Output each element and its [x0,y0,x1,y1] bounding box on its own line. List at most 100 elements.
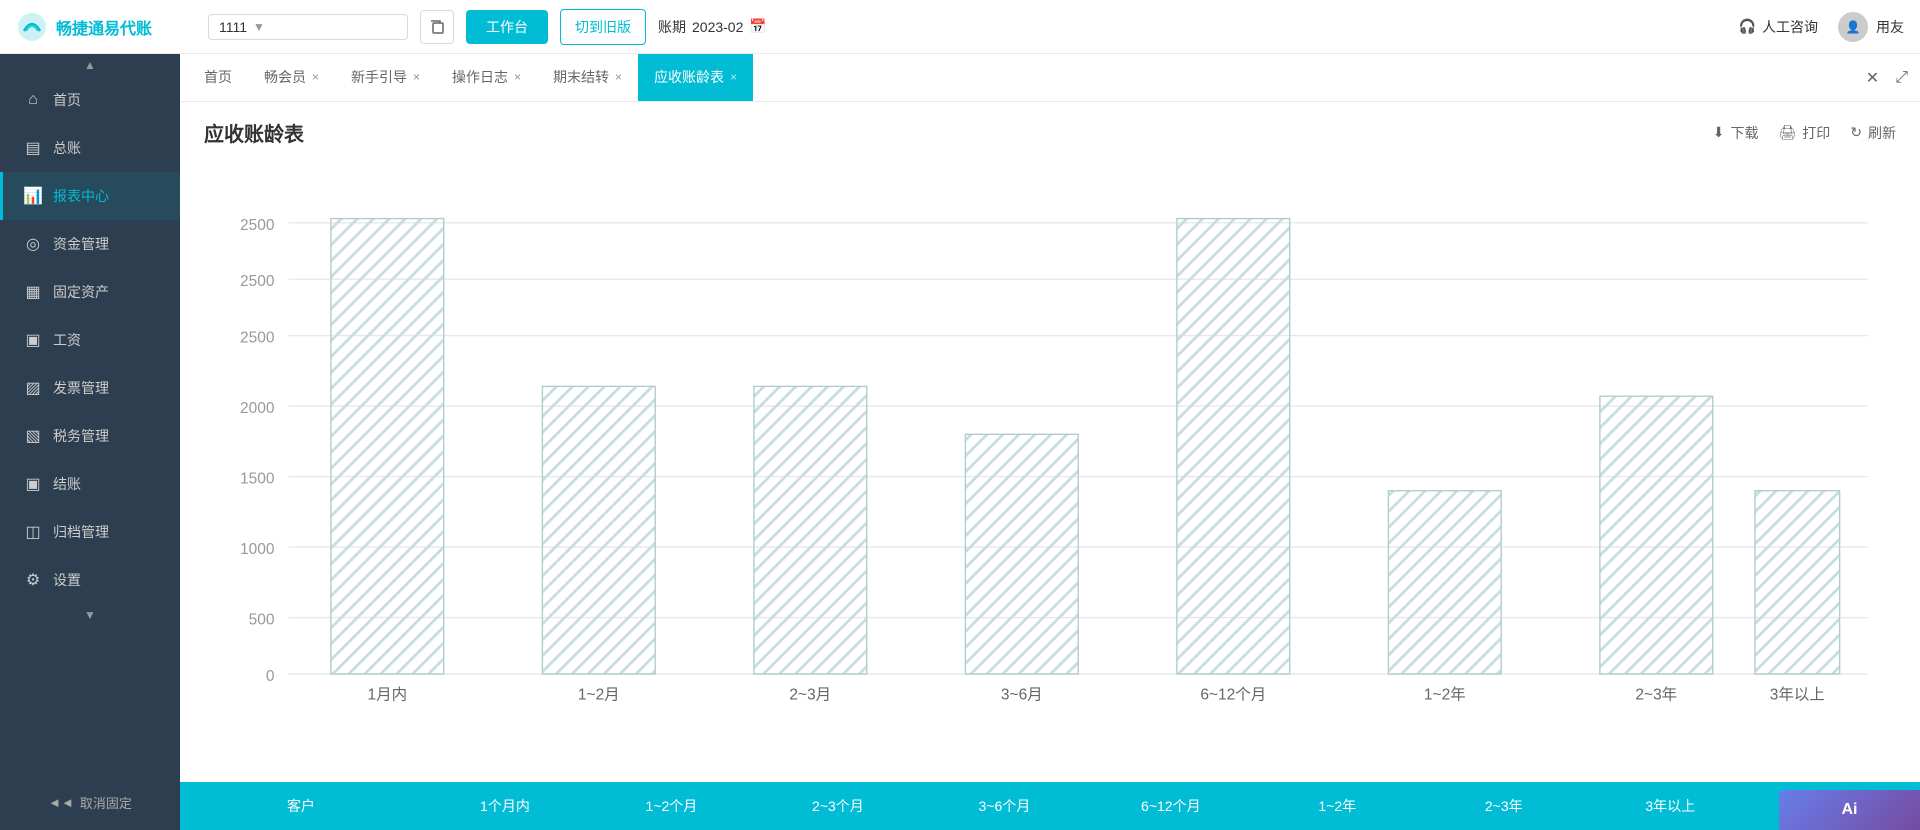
download-label: 下载 [1730,123,1758,143]
bar-6 [1388,491,1501,674]
sidebar-label-fixed-assets: 固定资产 [53,282,109,302]
tab-guide[interactable]: 新手引导 × [335,54,436,101]
tab-home[interactable]: 首页 [188,54,248,101]
svg-text:2~3月: 2~3月 [789,686,831,703]
svg-text:2~3年: 2~3年 [1635,685,1677,703]
chart-container: 2500 2500 2500 2000 1500 1000 500 [180,159,1920,782]
cancel-fixed-label: 取消固定 [80,793,132,812]
bar-2 [542,386,655,674]
tab-operation-log-close[interactable]: × [514,70,521,84]
col-2-3year: 2~3年 [1421,796,1587,816]
calendar-icon[interactable]: 📅 [749,18,766,35]
bar-1 [331,219,444,674]
svg-text:1~2月: 1~2月 [578,686,620,703]
sidebar-label-settlement: 结账 [53,474,81,494]
sidebar-label-archive: 归档管理 [53,522,109,542]
consult-label: 人工咨询 [1762,17,1818,37]
page-content: 应收账龄表 ⬇ 下载 🖨 打印 ↻ 刷新 [180,102,1920,830]
tab-expand-button[interactable]: ⤢ [1891,65,1912,91]
workbench-button[interactable]: 工作台 [466,10,548,44]
sidebar-item-fixed-assets[interactable]: ▦ 固定资产 [0,268,180,316]
user-area[interactable]: 👤 用友 [1838,12,1904,42]
sidebar-item-report-center[interactable]: 📊 报表中心 [0,172,180,220]
assets-icon: ▦ [23,282,43,302]
sidebar-label-settings: 设置 [53,570,81,590]
tab-operation-log[interactable]: 操作日志 × [436,54,537,101]
print-icon: 🖨 [1778,124,1796,141]
svg-text:2500: 2500 [240,273,275,290]
period-label: 账期 [658,17,686,37]
sidebar-item-invoice[interactable]: ▨ 发票管理 [0,364,180,412]
tab-member-label: 畅会员 [264,67,306,87]
tab-period-end-label: 期末结转 [553,67,609,87]
period-area: 账期 2023-02 📅 [658,17,767,37]
tab-member-close[interactable]: × [312,70,319,84]
col-1-2year: 1~2年 [1254,796,1420,816]
sidebar-label-tax: 税务管理 [53,426,109,446]
cancel-fixed-button[interactable]: ◄◄ 取消固定 [0,783,180,822]
sidebar-item-general-ledger[interactable]: ▤ 总账 [0,124,180,172]
svg-text:3~6月: 3~6月 [1001,686,1043,703]
tab-bar-actions: ✕ ⤢ [1862,64,1912,92]
sidebar-item-fund-management[interactable]: ◎ 资金管理 [0,220,180,268]
switch-version-button[interactable]: 切到旧版 [560,9,646,45]
tab-member[interactable]: 畅会员 × [248,54,335,101]
ledger-icon: ▤ [23,138,43,158]
download-button[interactable]: ⬇ 下载 [1713,123,1759,143]
tab-period-end[interactable]: 期末结转 × [537,54,638,101]
sidebar-item-tax[interactable]: ▧ 税务管理 [0,412,180,460]
bar-7 [1600,396,1713,674]
sidebar: ▲ ⌂ 首页 ▤ 总账 📊 报表中心 ◎ 资金管理 ▦ 固定资产 ▣ 工资 ▨ … [0,54,180,830]
tab-guide-close[interactable]: × [413,70,420,84]
svg-text:1500: 1500 [240,471,275,488]
copy-button[interactable] [420,10,454,44]
chart-wrapper: 2500 2500 2500 2000 1500 1000 500 [204,159,1896,766]
sidebar-scroll-down[interactable]: ▼ [0,604,180,626]
invoice-icon: ▨ [23,378,43,398]
tax-icon: ▧ [23,426,43,446]
tab-receivable-aging-close[interactable]: × [730,70,737,84]
svg-text:2000: 2000 [240,400,275,417]
svg-text:6~12个月: 6~12个月 [1200,685,1266,703]
ai-badge[interactable]: Ai [1779,790,1920,830]
sidebar-item-archive[interactable]: ◫ 归档管理 [0,508,180,556]
svg-text:1~2年: 1~2年 [1424,685,1466,703]
sidebar-item-settings[interactable]: ⚙ 设置 [0,556,180,604]
header-right: 🎧 人工咨询 👤 用友 [1739,12,1904,42]
sidebar-label-payroll: 工资 [53,330,81,350]
sidebar-item-home[interactable]: ⌂ 首页 [0,76,180,124]
sidebar-scroll-up[interactable]: ▲ [0,54,180,76]
page-actions: ⬇ 下载 🖨 打印 ↻ 刷新 [1713,123,1896,143]
table-header: 客户 1个月内 1~2个月 2~3个月 3~6个月 6~12个月 [180,782,1920,830]
bar-4 [965,434,1078,674]
refresh-button[interactable]: ↻ 刷新 [1850,123,1896,143]
col-1month: 1个月内 [422,796,588,816]
report-icon: 📊 [23,186,43,206]
consult-button[interactable]: 🎧 人工咨询 [1739,17,1818,37]
tab-close-all-button[interactable]: ✕ [1862,64,1883,92]
logo-area: 畅捷通易代账 [16,11,196,43]
print-label: 打印 [1802,123,1830,143]
tab-receivable-aging-label: 应收账龄表 [654,67,724,87]
tab-bar: 首页 畅会员 × 新手引导 × 操作日志 × 期末结转 × 应收账龄表 × [180,54,1920,102]
logo-icon [16,11,48,43]
tab-home-label: 首页 [204,67,232,87]
sidebar-item-payroll[interactable]: ▣ 工资 [0,316,180,364]
tab-period-end-close[interactable]: × [615,70,622,84]
chevron-down-icon: ▼ [253,20,265,34]
headset-icon: 🎧 [1739,18,1756,35]
user-name: 用友 [1876,17,1904,37]
user-avatar: 👤 [1838,12,1868,42]
tab-receivable-aging[interactable]: 应收账龄表 × [638,54,753,101]
company-selector[interactable]: 1111 ▼ [208,14,408,40]
svg-text:3年以上: 3年以上 [1770,685,1825,703]
tab-operation-log-label: 操作日志 [452,67,508,87]
content-area: 首页 畅会员 × 新手引导 × 操作日志 × 期末结转 × 应收账龄表 × [180,54,1920,830]
sidebar-item-settlement[interactable]: ▣ 结账 [0,460,180,508]
period-value: 2023-02 [692,19,743,35]
archive-icon: ◫ [23,522,43,542]
sidebar-label-report-center: 报表中心 [53,186,109,206]
print-button[interactable]: 🖨 打印 [1778,123,1830,143]
ai-label: Ai [1842,801,1858,819]
col-customer: 客户 [180,796,422,816]
